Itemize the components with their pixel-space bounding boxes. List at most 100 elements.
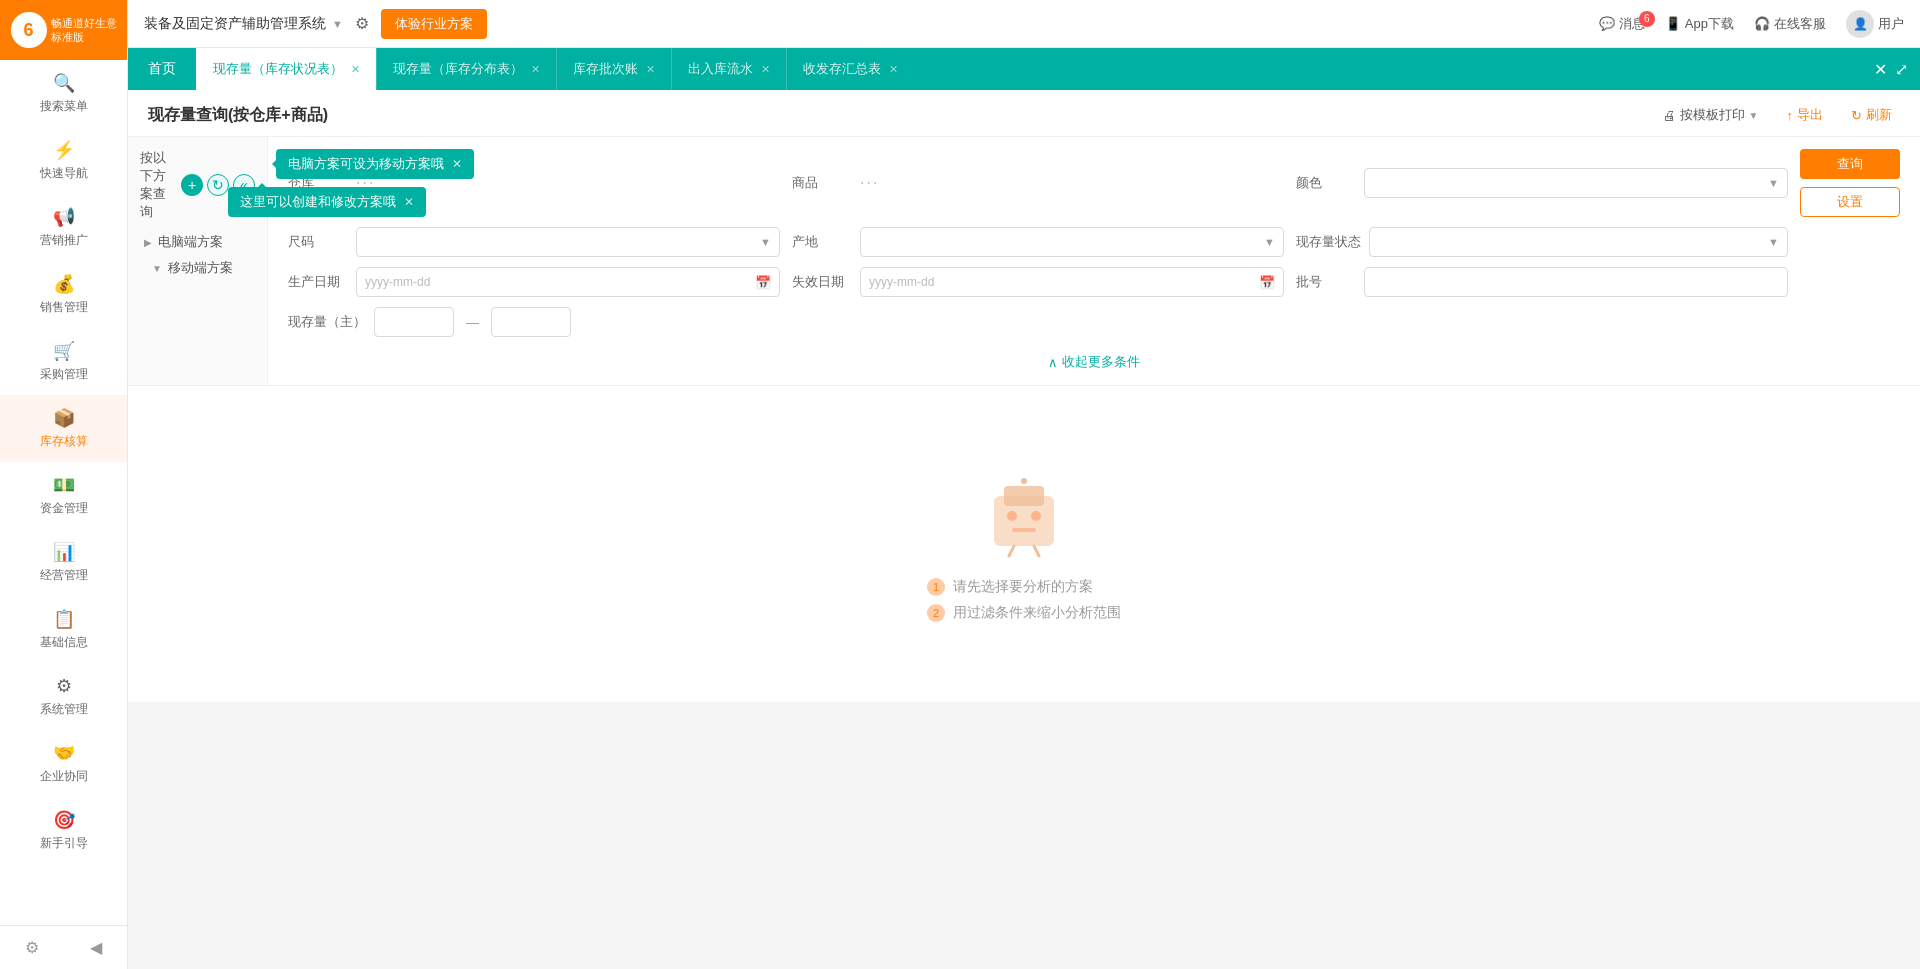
stock-main-input[interactable] bbox=[374, 307, 454, 337]
svg-rect-4 bbox=[1012, 528, 1036, 532]
tab-inventory-status[interactable]: 现存量（库存状况表） ✕ bbox=[196, 48, 376, 90]
add-scheme-btn[interactable]: + bbox=[181, 174, 203, 196]
scheme-tooltip-close[interactable]: ✕ bbox=[452, 157, 462, 171]
system-icon: ⚙ bbox=[56, 675, 72, 697]
tab-close-inventory-dist[interactable]: ✕ bbox=[531, 63, 540, 76]
main-area: 装备及固定资产辅助管理系统 ▼ ⚙ 体验行业方案 💬 6 消息 📱 App下载 … bbox=[128, 0, 1920, 969]
phone-icon: 📱 bbox=[1665, 16, 1681, 31]
scheme-list: ▶ 电脑端方案 ▼ 移动端方案 bbox=[128, 229, 267, 289]
sidebar-item-inventory[interactable]: 📦 库存核算 bbox=[0, 395, 127, 462]
online-support-item[interactable]: 🎧 在线客服 bbox=[1754, 15, 1826, 33]
sidebar-item-purchase[interactable]: 🛒 采购管理 bbox=[0, 328, 127, 395]
export-btn[interactable]: ↑ 导出 bbox=[1779, 102, 1832, 128]
stock-main-input-end[interactable] bbox=[491, 307, 571, 337]
sidebar-item-marketing[interactable]: 📢 营销推广 bbox=[0, 194, 127, 261]
header-actions: 🖨 按模板打印 ▼ ↑ 导出 ↻ 刷新 bbox=[1655, 102, 1900, 128]
logo-text: 畅通道好生意 标准版 bbox=[51, 16, 117, 45]
color-select[interactable]: ▼ bbox=[1364, 168, 1788, 198]
sidebar-item-system[interactable]: ⚙ 系统管理 bbox=[0, 663, 127, 730]
tab-batch-ledger[interactable]: 库存批次账 ✕ bbox=[556, 48, 671, 90]
expiry-date-field: 失效日期 yyyy-mm-dd 📅 bbox=[792, 267, 1284, 297]
origin-select-chevron: ▼ bbox=[1264, 236, 1275, 248]
sidebar-item-quick-nav[interactable]: ⚡ 快速导航 bbox=[0, 127, 127, 194]
calendar-icon: 📅 bbox=[755, 275, 771, 290]
tab-receive-summary[interactable]: 收发存汇总表 ✕ bbox=[786, 48, 914, 90]
notification-item[interactable]: 💬 6 消息 bbox=[1599, 15, 1645, 33]
stock-main-label: 现存量（主） bbox=[288, 313, 366, 331]
stock-status-select[interactable]: ▼ bbox=[1369, 227, 1788, 257]
sidebar-item-search[interactable]: 🔍 搜索菜单 bbox=[0, 60, 127, 127]
desktop-scheme-group[interactable]: ▶ 电脑端方案 bbox=[128, 229, 267, 255]
user-avatar: 👤 bbox=[1846, 10, 1874, 38]
chevron-up-icon: ∧ bbox=[1048, 355, 1058, 370]
batch-label: 批号 bbox=[1296, 273, 1356, 291]
size-select[interactable]: ▼ bbox=[356, 227, 780, 257]
product-dots[interactable]: ··· bbox=[860, 174, 879, 192]
settings-gear-icon[interactable]: ⚙ bbox=[355, 14, 369, 33]
sidebar-item-label: 快速导航 bbox=[40, 165, 88, 182]
stock-status-chevron: ▼ bbox=[1768, 236, 1779, 248]
svg-line-6 bbox=[1034, 546, 1039, 556]
page-title: 现存量查询(按仓库+商品) bbox=[148, 105, 328, 126]
tab-close-receive-summary[interactable]: ✕ bbox=[889, 63, 898, 76]
svg-point-2 bbox=[1007, 511, 1017, 521]
user-item[interactable]: 👤 用户 bbox=[1846, 10, 1904, 38]
sidebar-item-label: 经营管理 bbox=[40, 567, 88, 584]
page-header: 现存量查询(按仓库+商品) 🖨 按模板打印 ▼ ↑ 导出 ↻ 刷新 bbox=[128, 90, 1920, 137]
stock-status-label: 现存量状态 bbox=[1296, 233, 1361, 251]
sidebar-item-guide[interactable]: 🎯 新手引导 bbox=[0, 797, 127, 864]
expiry-date-input[interactable]: yyyy-mm-dd 📅 bbox=[860, 267, 1284, 297]
refresh-icon: ↻ bbox=[1851, 108, 1862, 123]
tab-close-batch-ledger[interactable]: ✕ bbox=[646, 63, 655, 76]
sidebar-item-enterprise[interactable]: 🤝 企业协同 bbox=[0, 730, 127, 797]
sidebar-item-label: 基础信息 bbox=[40, 634, 88, 651]
app-download-item[interactable]: 📱 App下载 bbox=[1665, 15, 1734, 33]
color-field: 颜色 ▼ bbox=[1296, 168, 1788, 198]
size-field: 尺码 ▼ bbox=[288, 227, 780, 257]
tab-fullscreen-icon[interactable]: ⤢ bbox=[1895, 60, 1908, 79]
search-icon: 🔍 bbox=[53, 72, 75, 94]
sidebar-nav: 🔍 搜索菜单 ⚡ 快速导航 📢 营销推广 💰 销售管理 🛒 采购管理 📦 库存核… bbox=[0, 60, 127, 925]
tab-inventory-dist[interactable]: 现存量（库存分布表） ✕ bbox=[376, 48, 556, 90]
create-tooltip-close[interactable]: ✕ bbox=[404, 195, 414, 209]
tab-close-all-icon[interactable]: ✕ bbox=[1874, 60, 1887, 79]
sidebar-item-operations[interactable]: 📊 经营管理 bbox=[0, 529, 127, 596]
tab-in-out-flow[interactable]: 出入库流水 ✕ bbox=[671, 48, 786, 90]
sidebar-item-label: 系统管理 bbox=[40, 701, 88, 718]
sidebar-item-finance[interactable]: 💵 资金管理 bbox=[0, 462, 127, 529]
color-label: 颜色 bbox=[1296, 174, 1356, 192]
scheme-section: 按以下方案查询 + ↻ « 电脑方案可设为移动方案哦 ✕ bbox=[128, 137, 268, 385]
tab-home[interactable]: 首页 bbox=[128, 48, 196, 90]
sidebar-item-basic[interactable]: 📋 基础信息 bbox=[0, 596, 127, 663]
search-btn[interactable]: 查询 bbox=[1800, 149, 1900, 179]
empty-tip-2: 2 用过滤条件来缩小分析范围 bbox=[927, 604, 1121, 622]
stock-main-field: 现存量（主） — bbox=[288, 307, 780, 337]
size-label: 尺码 bbox=[288, 233, 348, 251]
collapse-row[interactable]: ∧ 收起更多条件 bbox=[288, 347, 1900, 373]
size-select-chevron: ▼ bbox=[760, 236, 771, 248]
stock-status-field: 现存量状态 ▼ bbox=[1296, 227, 1788, 257]
tabs-bar: 首页 现存量（库存状况表） ✕ 现存量（库存分布表） ✕ 库存批次账 ✕ 出入库… bbox=[128, 48, 1920, 90]
template-print-btn[interactable]: 🖨 按模板打印 ▼ bbox=[1655, 102, 1767, 128]
chevron-down-icon: ▼ bbox=[1749, 110, 1759, 121]
topbar-left: 装备及固定资产辅助管理系统 ▼ ⚙ 体验行业方案 bbox=[144, 9, 487, 39]
tab-close-inventory-status[interactable]: ✕ bbox=[351, 63, 360, 76]
mobile-scheme-group[interactable]: ▼ 移动端方案 bbox=[128, 255, 267, 281]
collapse-sidebar-icon[interactable]: ◀ bbox=[90, 938, 102, 957]
origin-select[interactable]: ▼ bbox=[860, 227, 1284, 257]
batch-input[interactable] bbox=[1364, 267, 1788, 297]
settings-icon[interactable]: ⚙ bbox=[25, 938, 39, 957]
production-date-input[interactable]: yyyy-mm-dd 📅 bbox=[356, 267, 780, 297]
sidebar-item-sales[interactable]: 💰 销售管理 bbox=[0, 261, 127, 328]
create-tooltip: 这里可以创建和修改方案哦 ✕ bbox=[228, 187, 426, 217]
logo-icon: 6 bbox=[11, 12, 47, 48]
empty-state: 1 请先选择要分析的方案 2 用过滤条件来缩小分析范围 bbox=[128, 386, 1920, 702]
batch-field: 批号 bbox=[1296, 267, 1788, 297]
industry-btn[interactable]: 体验行业方案 bbox=[381, 9, 487, 39]
refresh-btn[interactable]: ↻ 刷新 bbox=[1843, 102, 1900, 128]
purchase-icon: 🛒 bbox=[53, 340, 75, 362]
topbar: 装备及固定资产辅助管理系统 ▼ ⚙ 体验行业方案 💬 6 消息 📱 App下载 … bbox=[128, 0, 1920, 48]
refresh-scheme-btn[interactable]: ↻ bbox=[207, 174, 229, 196]
reset-btn[interactable]: 设置 bbox=[1800, 187, 1900, 217]
tab-close-in-out-flow[interactable]: ✕ bbox=[761, 63, 770, 76]
